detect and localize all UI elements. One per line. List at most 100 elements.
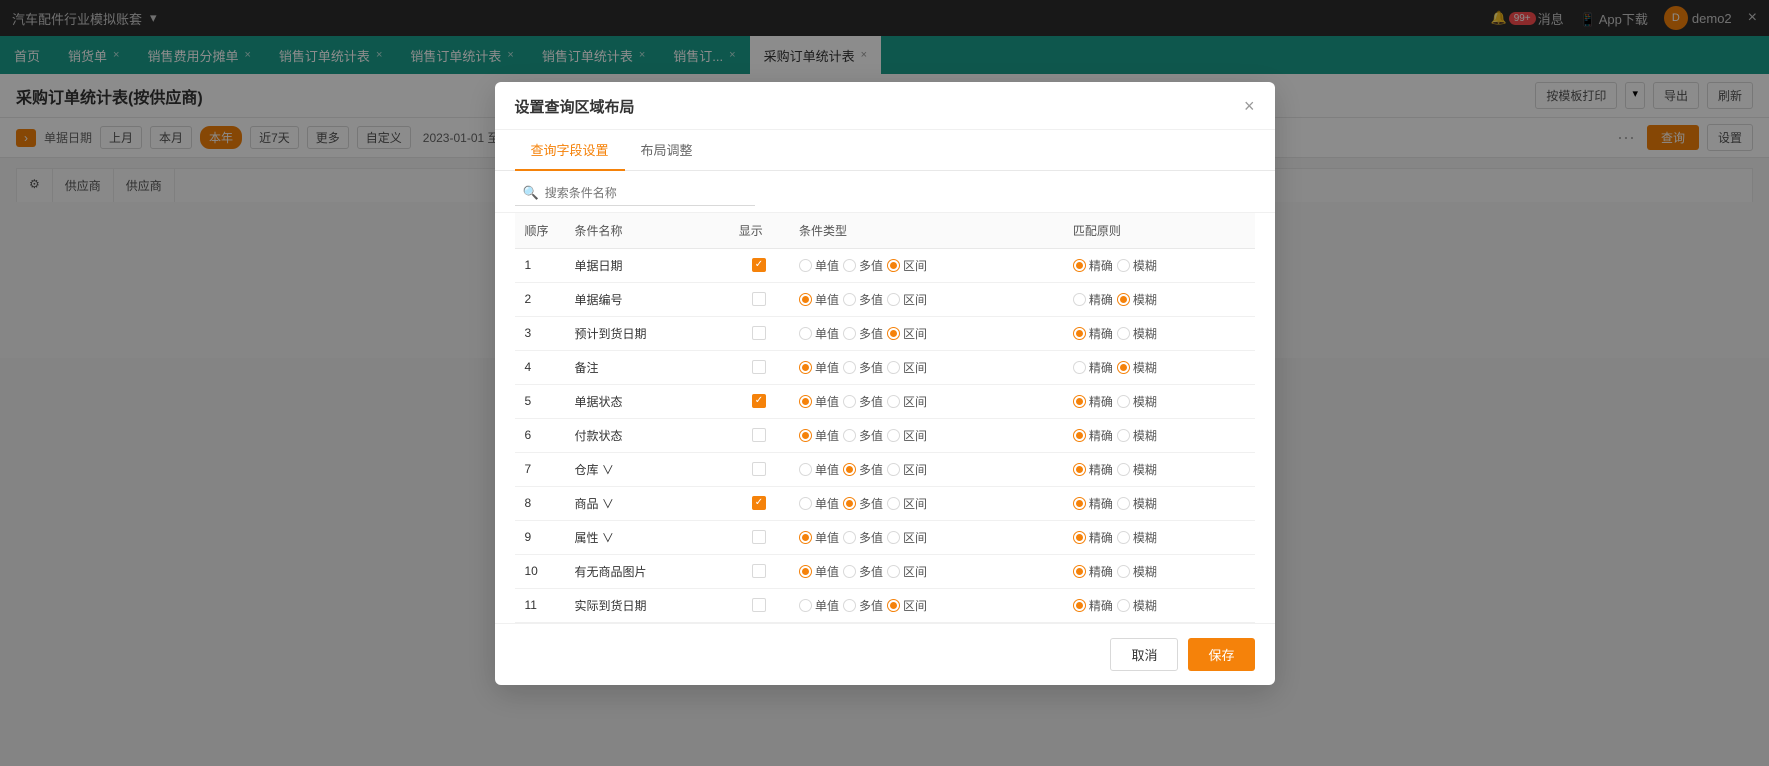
type-radio-group: 单值多值区间 — [799, 325, 1053, 342]
type-radio-type_range[interactable]: 区间 — [887, 461, 927, 478]
display-checkbox[interactable] — [752, 530, 766, 544]
type-radio-type_single[interactable]: 单值 — [799, 257, 839, 274]
match-radio-match_exact[interactable]: 精确 — [1073, 495, 1113, 512]
type-radio-type_range[interactable]: 区间 — [887, 597, 927, 614]
row-name: 预计到货日期 — [565, 316, 729, 350]
cancel-button[interactable]: 取消 — [1110, 638, 1178, 671]
row-type-cell: 单值多值区间 — [789, 282, 1063, 316]
type-radio-type_single[interactable]: 单值 — [799, 359, 839, 376]
display-checkbox[interactable] — [752, 258, 766, 272]
match-radio-match_exact[interactable]: 精确 — [1073, 563, 1113, 580]
dialog-table-container: 顺序 条件名称 显示 条件类型 匹配原则 1单据日期单值多值区间精确模糊2单据编… — [515, 213, 1255, 623]
match-radio-match_exact[interactable]: 精确 — [1073, 359, 1113, 376]
conditions-table: 顺序 条件名称 显示 条件类型 匹配原则 1单据日期单值多值区间精确模糊2单据编… — [515, 213, 1255, 623]
type-radio-type_single[interactable]: 单值 — [799, 495, 839, 512]
type-radio-type_single[interactable]: 单值 — [799, 393, 839, 410]
type-radio-type_range[interactable]: 区间 — [887, 325, 927, 342]
match-radio-match_exact[interactable]: 精确 — [1073, 427, 1113, 444]
type-radio-type_multi[interactable]: 多值 — [843, 257, 883, 274]
match-radio-group: 精确模糊 — [1073, 461, 1245, 478]
col-order: 顺序 — [515, 213, 565, 249]
match-radio-match_exact[interactable]: 精确 — [1073, 393, 1113, 410]
match-radio-group: 精确模糊 — [1073, 529, 1245, 546]
type-radio-type_multi[interactable]: 多值 — [843, 325, 883, 342]
row-type-cell: 单值多值区间 — [789, 588, 1063, 622]
match-radio-match_fuzzy[interactable]: 模糊 — [1117, 393, 1157, 410]
match-radio-match_fuzzy[interactable]: 模糊 — [1117, 427, 1157, 444]
match-radio-match_exact[interactable]: 精确 — [1073, 461, 1113, 478]
type-radio-type_single[interactable]: 单值 — [799, 291, 839, 308]
match-radio-group: 精确模糊 — [1073, 563, 1245, 580]
type-radio-type_single[interactable]: 单值 — [799, 325, 839, 342]
display-checkbox[interactable] — [752, 360, 766, 374]
match-radio-match_fuzzy[interactable]: 模糊 — [1117, 597, 1157, 614]
tab-query-settings[interactable]: 查询字段设置 — [515, 130, 625, 171]
save-button[interactable]: 保存 — [1188, 638, 1254, 671]
row-type-cell: 单值多值区间 — [789, 350, 1063, 384]
display-checkbox[interactable] — [752, 428, 766, 442]
match-radio-match_exact[interactable]: 精确 — [1073, 291, 1113, 308]
display-checkbox[interactable] — [752, 326, 766, 340]
row-order: 8 — [515, 486, 565, 520]
table-row: 3预计到货日期 单值多值区间 精确模糊 — [515, 316, 1255, 350]
display-checkbox[interactable] — [752, 564, 766, 578]
match-radio-group: 精确模糊 — [1073, 257, 1245, 274]
match-radio-match_fuzzy[interactable]: 模糊 — [1117, 461, 1157, 478]
row-name: 仓库 ∨ — [565, 452, 729, 486]
type-radio-type_multi[interactable]: 多值 — [843, 563, 883, 580]
type-radio-type_multi[interactable]: 多值 — [843, 597, 883, 614]
search-input[interactable] — [545, 186, 725, 200]
match-radio-match_exact[interactable]: 精确 — [1073, 529, 1113, 546]
type-radio-type_single[interactable]: 单值 — [799, 529, 839, 546]
row-name: 付款状态 — [565, 418, 729, 452]
display-checkbox[interactable] — [752, 496, 766, 510]
type-radio-type_multi[interactable]: 多值 — [843, 529, 883, 546]
table-row: 4备注单值多值区间精确模糊 — [515, 350, 1255, 384]
match-radio-match_exact[interactable]: 精确 — [1073, 325, 1113, 342]
row-order: 6 — [515, 418, 565, 452]
match-radio-match_exact[interactable]: 精确 — [1073, 257, 1113, 274]
type-radio-type_range[interactable]: 区间 — [887, 495, 927, 512]
display-checkbox[interactable] — [752, 462, 766, 476]
type-radio-type_range[interactable]: 区间 — [887, 359, 927, 376]
type-radio-type_multi[interactable]: 多值 — [843, 393, 883, 410]
match-radio-group: 精确模糊 — [1073, 325, 1245, 342]
type-radio-type_single[interactable]: 单值 — [799, 461, 839, 478]
tab-layout-adjust[interactable]: 布局调整 — [625, 130, 709, 171]
row-order: 2 — [515, 282, 565, 316]
type-radio-type_range[interactable]: 区间 — [887, 291, 927, 308]
type-radio-type_single[interactable]: 单值 — [799, 597, 839, 614]
type-radio-type_multi[interactable]: 多值 — [843, 291, 883, 308]
row-display-cell — [729, 418, 789, 452]
dialog-close-btn[interactable]: × — [1244, 97, 1255, 115]
row-order: 3 — [515, 316, 565, 350]
row-type-cell: 单值多值区间 — [789, 418, 1063, 452]
match-radio-match_fuzzy[interactable]: 模糊 — [1117, 359, 1157, 376]
type-radio-type_multi[interactable]: 多值 — [843, 359, 883, 376]
match-radio-match_fuzzy[interactable]: 模糊 — [1117, 495, 1157, 512]
type-radio-type_range[interactable]: 区间 — [887, 393, 927, 410]
match-radio-match_exact[interactable]: 精确 — [1073, 597, 1113, 614]
match-radio-match_fuzzy[interactable]: 模糊 — [1117, 257, 1157, 274]
display-checkbox[interactable] — [752, 394, 766, 408]
row-order: 5 — [515, 384, 565, 418]
match-radio-match_fuzzy[interactable]: 模糊 — [1117, 291, 1157, 308]
type-radio-type_multi[interactable]: 多值 — [843, 427, 883, 444]
type-radio-type_range[interactable]: 区间 — [887, 257, 927, 274]
type-radio-group: 单值多值区间 — [799, 529, 1053, 546]
type-radio-type_single[interactable]: 单值 — [799, 563, 839, 580]
display-checkbox[interactable] — [752, 292, 766, 306]
type-radio-type_single[interactable]: 单值 — [799, 427, 839, 444]
row-name: 单据编号 — [565, 282, 729, 316]
match-radio-match_fuzzy[interactable]: 模糊 — [1117, 529, 1157, 546]
match-radio-match_fuzzy[interactable]: 模糊 — [1117, 325, 1157, 342]
type-radio-type_multi[interactable]: 多值 — [843, 495, 883, 512]
display-checkbox[interactable] — [752, 598, 766, 612]
type-radio-type_range[interactable]: 区间 — [887, 563, 927, 580]
type-radio-type_range[interactable]: 区间 — [887, 529, 927, 546]
dialog-header: 设置查询区域布局 × — [495, 82, 1275, 130]
type-radio-type_range[interactable]: 区间 — [887, 427, 927, 444]
type-radio-group: 单值多值区间 — [799, 393, 1053, 410]
type-radio-type_multi[interactable]: 多值 — [843, 461, 883, 478]
match-radio-match_fuzzy[interactable]: 模糊 — [1117, 563, 1157, 580]
